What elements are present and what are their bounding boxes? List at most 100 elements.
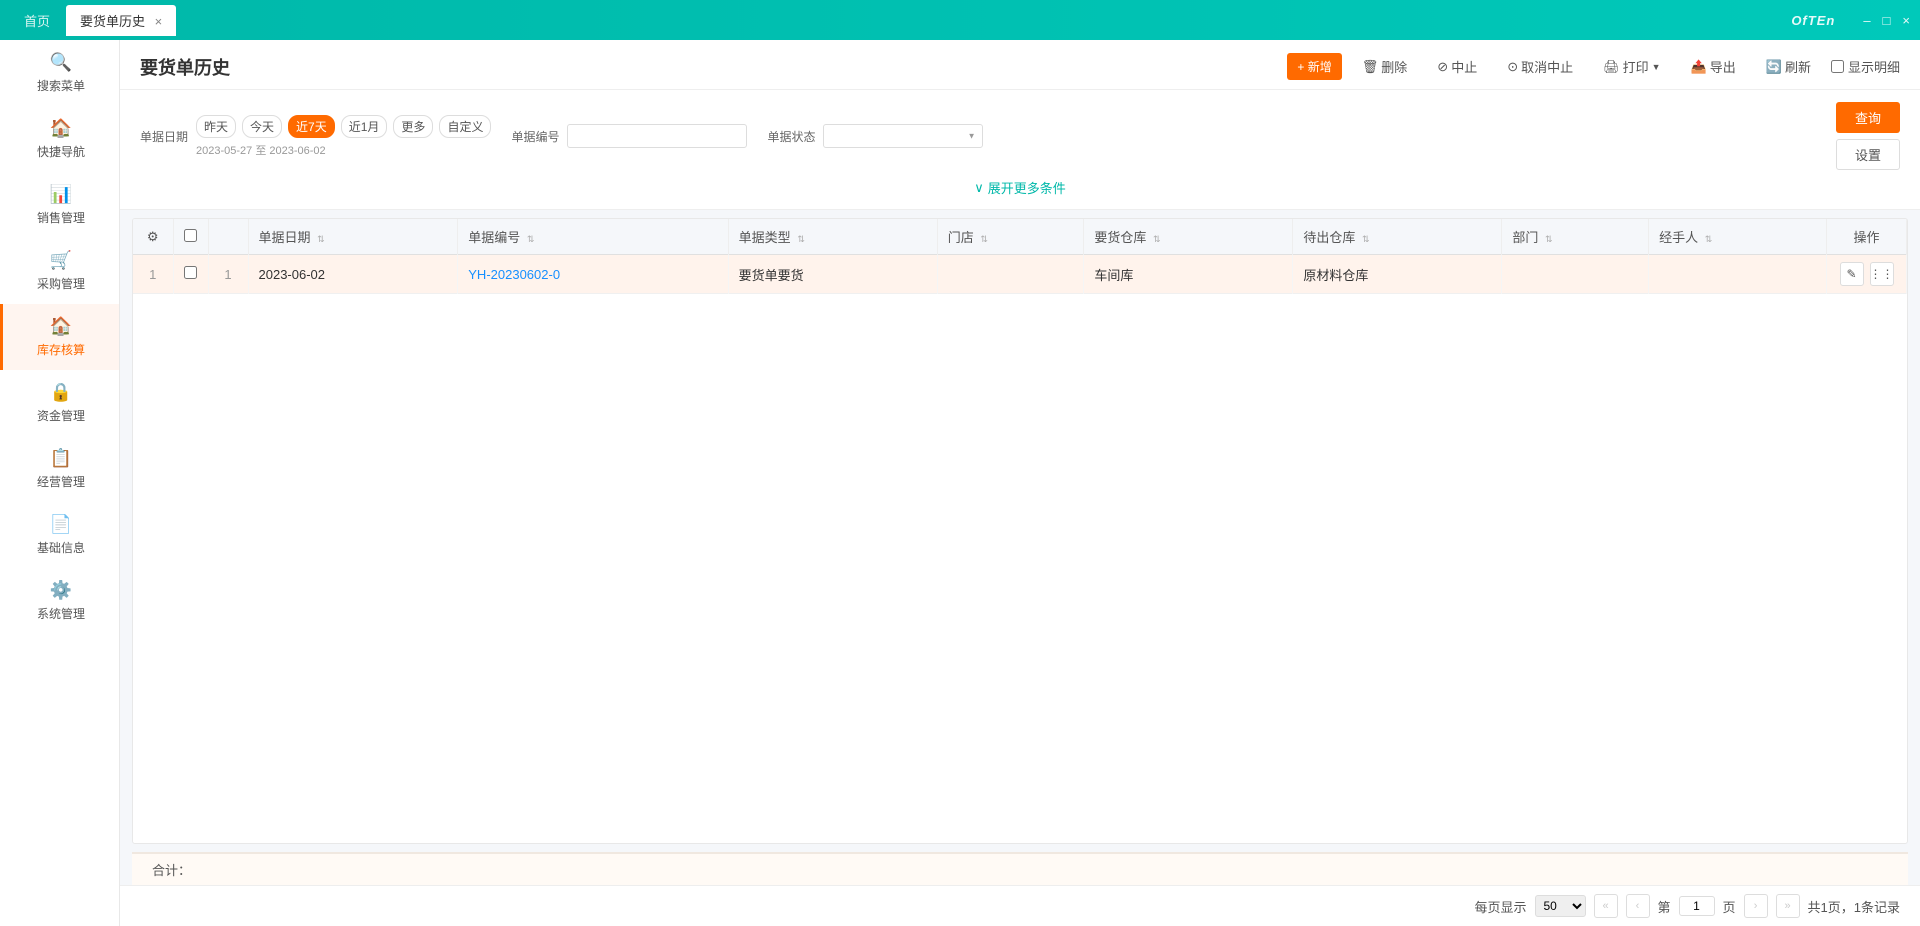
th-settings[interactable]: ⚙	[133, 219, 173, 255]
docno-input[interactable]	[567, 124, 747, 148]
date-range-text: 2023-05-27 至 2023-06-02	[196, 142, 491, 158]
query-button[interactable]: 查询	[1836, 102, 1900, 133]
finance-icon: 🔒	[50, 382, 72, 403]
last-page-btn[interactable]: »	[1776, 894, 1800, 918]
op-edit-btn[interactable]: ✎	[1840, 262, 1864, 286]
window-close-btn[interactable]: ×	[1902, 13, 1910, 28]
expand-more-btn[interactable]: ∨ 展开更多条件	[140, 178, 1900, 197]
delete-label: 删除	[1381, 57, 1407, 76]
th-doc-type[interactable]: 单据类型 ⇅	[728, 219, 937, 255]
tab-order-history[interactable]: 要货单历史 ×	[66, 5, 176, 36]
th-doc-date-label: 单据日期	[259, 230, 311, 245]
page-input-prefix: 第	[1658, 897, 1671, 916]
sort-department-icon: ⇅	[1545, 234, 1553, 244]
window-controls: OfTEn – □ ×	[1791, 13, 1910, 28]
sidebar-item-system[interactable]: ⚙️ 系统管理	[0, 568, 119, 634]
page-title: 要货单历史	[140, 54, 230, 80]
tab-home[interactable]: 首页	[10, 5, 64, 36]
window-maximize-btn[interactable]: □	[1883, 13, 1891, 28]
th-store-label: 门店	[948, 230, 974, 245]
sort-handler-icon: ⇅	[1705, 234, 1713, 244]
th-store[interactable]: 门店 ⇅	[937, 219, 1084, 255]
tab-close-icon[interactable]: ×	[155, 14, 163, 29]
display-detail-checkbox[interactable]	[1831, 60, 1844, 73]
op-more-btn[interactable]: ⋮⋮	[1870, 262, 1894, 286]
total-info: 共1页，1条记录	[1808, 897, 1900, 916]
sidebar-item-quick-nav[interactable]: 🏠 快捷导航	[0, 106, 119, 172]
sort-doc-no-icon: ⇅	[527, 234, 535, 244]
window-minimize-btn[interactable]: –	[1863, 13, 1870, 28]
th-req-warehouse[interactable]: 要货仓库 ⇅	[1084, 219, 1293, 255]
sidebar-item-purchase[interactable]: 🛒 采购管理	[0, 238, 119, 304]
th-ops: 操作	[1827, 219, 1907, 255]
pagination-bar: 每页显示 20 50 100 « ‹ 第 1 页 › » 共1页，1条记录	[120, 885, 1920, 926]
td-index: 1	[133, 255, 173, 294]
stop-label: 中止	[1451, 57, 1477, 76]
filter-row-1: 单据日期 昨天 今天 近7天 近1月 更多 自定义 2023-05-27 至 2…	[140, 102, 1900, 170]
content-area: 要货单历史 + 新增 🗑 删除 ⊘ 中止 ⊙ 取消中止 🖨 打印	[120, 40, 1920, 926]
prev-page-btn[interactable]: ‹	[1626, 894, 1650, 918]
new-button[interactable]: + 新增	[1287, 53, 1341, 80]
main-layout: 🔍 搜索菜单 🏠 快捷导航 📊 销售管理 🛒 采购管理 🏠 库存核算 🔒 资金管…	[0, 40, 1920, 926]
print-button[interactable]: 🖨 打印 ▼	[1593, 52, 1670, 81]
sidebar-item-inventory[interactable]: 🏠 库存核算	[0, 304, 119, 370]
expand-more-label: 展开更多条件	[988, 178, 1066, 197]
date-btn-custom[interactable]: 自定义	[439, 115, 491, 138]
td-row-index: 1	[208, 255, 248, 294]
toolbar: + 新增 🗑 删除 ⊘ 中止 ⊙ 取消中止 🖨 打印 ▼	[1287, 52, 1900, 81]
date-btn-more[interactable]: 更多	[393, 115, 433, 138]
summary-row: 合计：	[132, 852, 1908, 885]
settings-button[interactable]: 设置	[1836, 139, 1900, 170]
docno-filter-group: 单据编号	[511, 124, 747, 148]
date-btn-today[interactable]: 今天	[242, 115, 282, 138]
th-handler[interactable]: 经手人 ⇅	[1649, 219, 1827, 255]
sidebar-item-base-info[interactable]: 📄 基础信息	[0, 502, 119, 568]
action-buttons: 查询 设置	[1836, 102, 1900, 170]
th-doc-date[interactable]: 单据日期 ⇅	[248, 219, 458, 255]
sort-store-icon: ⇅	[980, 234, 988, 244]
sidebar-item-operation[interactable]: 📋 经营管理	[0, 436, 119, 502]
sidebar-label-base-info: 基础信息	[37, 539, 85, 556]
expand-more-icon: ∨	[974, 180, 984, 196]
sidebar-item-search-menu[interactable]: 🔍 搜索菜单	[0, 40, 119, 106]
export-button[interactable]: 📤 导出	[1681, 52, 1746, 81]
refresh-button[interactable]: 🔄 刷新	[1756, 52, 1821, 81]
th-department[interactable]: 部门 ⇅	[1502, 219, 1649, 255]
sidebar-label-operation: 经营管理	[37, 473, 85, 490]
cancel-stop-button[interactable]: ⊙ 取消中止	[1497, 52, 1583, 81]
page-size-select[interactable]: 20 50 100	[1535, 895, 1586, 917]
date-filter-group: 单据日期 昨天 今天 近7天 近1月 更多 自定义 2023-05-27 至 2…	[140, 115, 491, 158]
doc-status-select[interactable]	[823, 124, 983, 148]
print-icon: 🖨	[1603, 59, 1620, 75]
sidebar-item-finance[interactable]: 🔒 资金管理	[0, 370, 119, 436]
page-input[interactable]: 1	[1679, 896, 1715, 916]
stop-button[interactable]: ⊘ 中止	[1427, 52, 1487, 81]
sidebar-item-sales[interactable]: 📊 销售管理	[0, 172, 119, 238]
select-all-checkbox[interactable]	[184, 229, 197, 242]
td-handler	[1649, 255, 1827, 294]
docno-label: 单据编号	[511, 128, 559, 145]
doc-no-link[interactable]: YH-20230602-0	[468, 267, 560, 282]
date-btn-yesterday[interactable]: 昨天	[196, 115, 236, 138]
td-department	[1502, 255, 1649, 294]
date-btn-7days[interactable]: 近7天	[288, 115, 335, 138]
system-icon: ⚙️	[50, 580, 72, 601]
td-req-warehouse: 车间库	[1084, 255, 1293, 294]
sidebar-label-finance: 资金管理	[37, 407, 85, 424]
cancel-stop-label: 取消中止	[1521, 57, 1573, 76]
first-page-btn[interactable]: «	[1594, 894, 1618, 918]
th-pending-warehouse[interactable]: 待出仓库 ⇅	[1293, 219, 1502, 255]
search-menu-icon: 🔍	[50, 52, 72, 73]
delete-button[interactable]: 🗑 删除	[1352, 52, 1418, 81]
td-pending-warehouse: 原材料仓库	[1293, 255, 1502, 294]
next-page-btn[interactable]: ›	[1744, 894, 1768, 918]
th-doc-no[interactable]: 单据编号 ⇅	[458, 219, 728, 255]
date-btn-1month[interactable]: 近1月	[341, 115, 388, 138]
sidebar: 🔍 搜索菜单 🏠 快捷导航 📊 销售管理 🛒 采购管理 🏠 库存核算 🔒 资金管…	[0, 40, 120, 926]
doc-status-select-wrapper	[823, 124, 983, 148]
display-detail-toggle[interactable]: 显示明细	[1831, 57, 1900, 76]
sort-doc-date-icon: ⇅	[317, 234, 325, 244]
th-department-label: 部门	[1512, 230, 1538, 245]
page-header: 要货单历史 + 新增 🗑 删除 ⊘ 中止 ⊙ 取消中止 🖨 打印	[120, 40, 1920, 90]
row-checkbox[interactable]	[184, 266, 197, 279]
